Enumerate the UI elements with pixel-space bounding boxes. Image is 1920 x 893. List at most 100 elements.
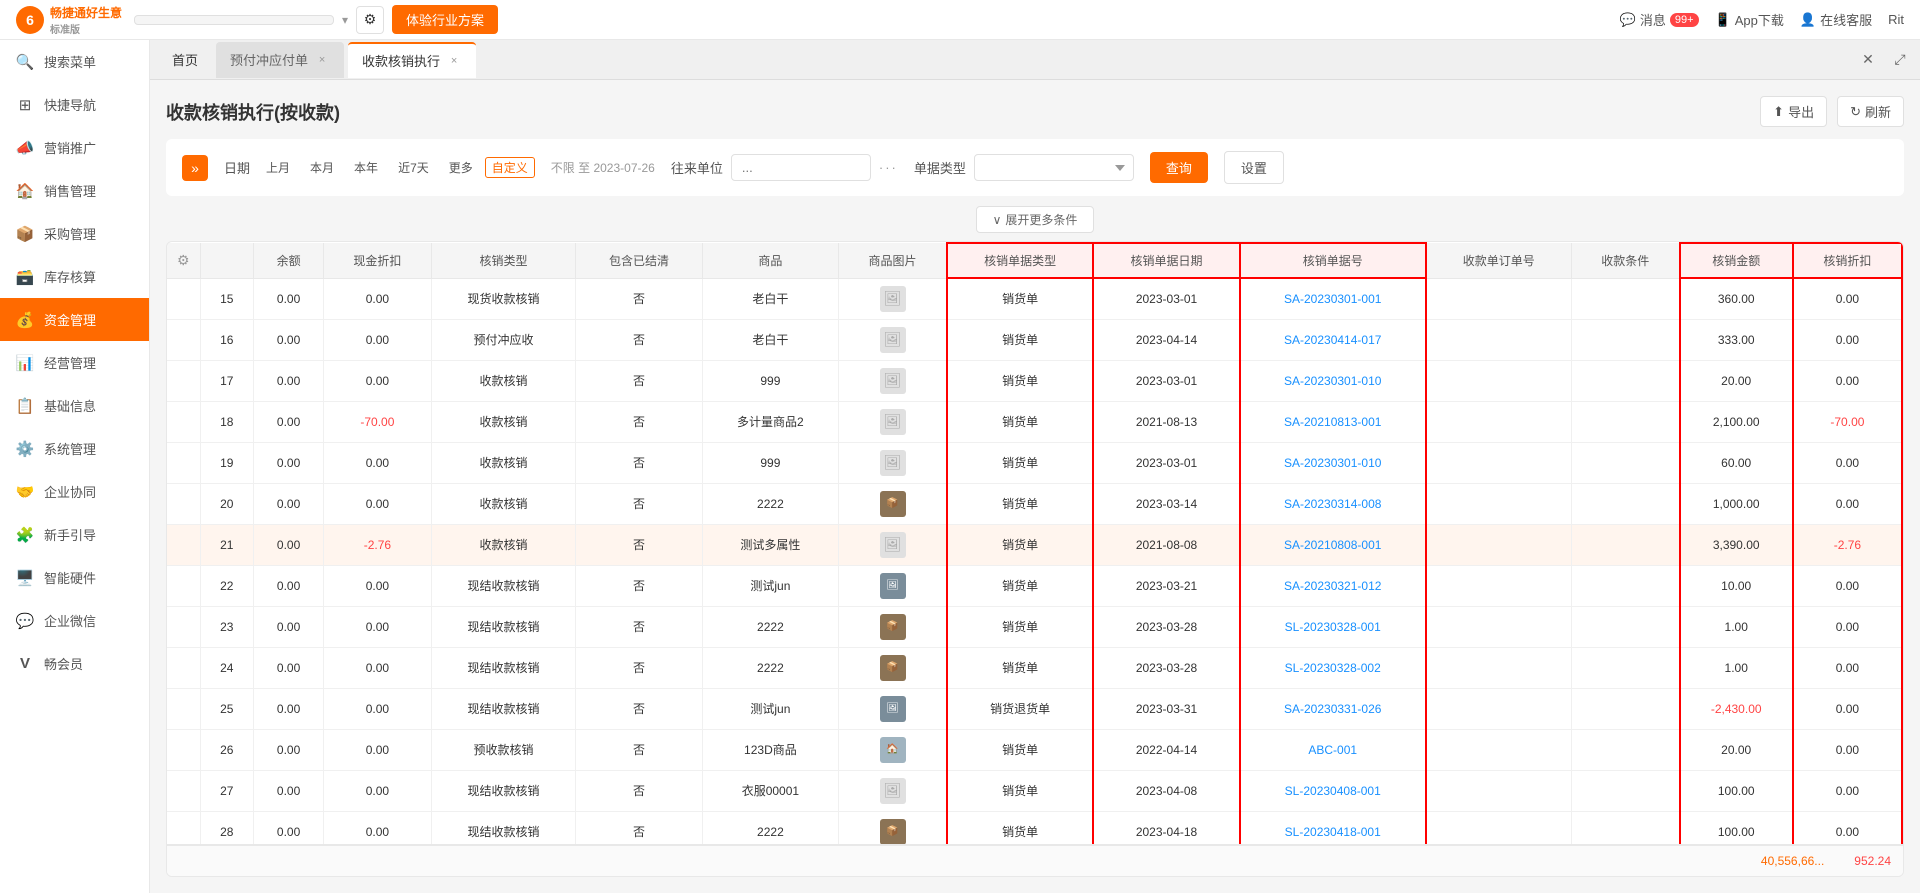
sidebar-item-enterprise[interactable]: 🤝 企业协同 — [0, 470, 149, 513]
bill-no-link[interactable]: SA-20230301-010 — [1284, 374, 1381, 388]
cell-bill-no[interactable]: SL-20230418-001 — [1240, 811, 1426, 844]
tab-close-all-btn[interactable]: ✕ — [1856, 48, 1880, 72]
messages-btn[interactable]: 💬 消息 99+ — [1620, 10, 1699, 29]
filter-settings-btn[interactable]: 设置 — [1224, 151, 1284, 184]
cell-bill-date: 2023-03-21 — [1093, 565, 1239, 606]
cell-receipt-order — [1426, 606, 1572, 647]
expand-chevron: ∨ — [993, 213, 1002, 227]
query-btn[interactable]: 查询 — [1150, 152, 1208, 183]
top-bar-right: 💬 消息 99+ 📱 App下载 👤 在线客服 Rit — [1620, 10, 1904, 29]
bill-no-link[interactable]: SA-20230301-001 — [1284, 292, 1381, 306]
top-search-box[interactable] — [134, 15, 334, 25]
cell-goods: 999 — [702, 360, 839, 401]
table-row: 16 0.00 0.00 预付冲应收 否 老白干 🖼 销货单 2023-04-1… — [167, 319, 1902, 360]
cell-write-off-amount: -2,430.00 — [1680, 688, 1793, 729]
cell-bill-no[interactable]: SA-20230321-012 — [1240, 565, 1426, 606]
table-scroll[interactable]: ⚙ 余额 现金折扣 核销类型 包含已结清 商品 商品图片 核销单据类型 核销单据… — [167, 242, 1903, 844]
cell-bill-type: 销货单 — [947, 442, 1093, 483]
bill-no-link[interactable]: SA-20210813-001 — [1284, 415, 1381, 429]
sidebar-item-business[interactable]: 📊 经营管理 — [0, 341, 149, 384]
cell-bill-no[interactable]: SA-20210813-001 — [1240, 401, 1426, 442]
sidebar-item-inventory[interactable]: 🗃️ 库存核算 — [0, 255, 149, 298]
cell-bill-no[interactable]: SL-20230328-001 — [1240, 606, 1426, 647]
bill-no-link[interactable]: SA-20230414-017 — [1284, 333, 1381, 347]
sidebar-item-member[interactable]: V 畅会员 — [0, 642, 149, 685]
expand-more-btn[interactable]: ∨ 展开更多条件 — [976, 206, 1095, 233]
tab-advance[interactable]: 预付冲应付单 × — [216, 42, 344, 78]
hardware-icon: 🖥️ — [16, 569, 34, 587]
cell-bill-no[interactable]: SA-20230301-010 — [1240, 360, 1426, 401]
bill-no-link[interactable]: SA-20230314-008 — [1284, 497, 1381, 511]
date-this-year[interactable]: 本年 — [346, 157, 386, 178]
cell-goods: 2222 — [702, 606, 839, 647]
export-btn[interactable]: ⬆ 导出 — [1760, 96, 1827, 127]
sidebar-item-shortcut[interactable]: ⊞ 快捷导航 — [0, 83, 149, 126]
sidebar-item-finance[interactable]: 💰 资金管理 — [0, 298, 149, 341]
tab-receivable-close[interactable]: × — [446, 53, 462, 69]
settings-icon[interactable]: ⚙ — [356, 6, 384, 34]
bill-no-link[interactable]: SL-20230408-001 — [1285, 784, 1381, 798]
refresh-btn[interactable]: ↻ 刷新 — [1837, 96, 1904, 127]
bill-no-link[interactable]: SL-20230418-001 — [1285, 825, 1381, 839]
sidebar-item-marketing[interactable]: 📣 营销推广 — [0, 126, 149, 169]
sidebar-item-system[interactable]: ⚙️ 系统管理 — [0, 427, 149, 470]
type-select[interactable] — [974, 154, 1134, 181]
inventory-icon: 🗃️ — [16, 268, 34, 286]
tab-advance-close[interactable]: × — [314, 52, 330, 68]
cell-write-off-discount: 0.00 — [1793, 770, 1902, 811]
sidebar-item-newbie[interactable]: 🧩 新手引导 — [0, 513, 149, 556]
tab-expand-btn[interactable]: ⤢ — [1888, 48, 1912, 72]
industry-btn[interactable]: 体验行业方案 — [392, 5, 498, 34]
user-name[interactable]: Rit — [1888, 12, 1904, 27]
sidebar-item-basic[interactable]: 📋 基础信息 — [0, 384, 149, 427]
tab-home[interactable]: 首页 — [158, 42, 212, 78]
table-footer: 40,556,66... 952.24 — [167, 844, 1903, 876]
partner-input[interactable] — [731, 154, 871, 181]
sidebar-item-sales[interactable]: 🏠 销售管理 — [0, 169, 149, 212]
finance-icon: 💰 — [16, 311, 34, 329]
cell-balance: 0.00 — [254, 483, 324, 524]
sidebar-item-search[interactable]: 🔍 搜索菜单 — [0, 40, 149, 83]
cell-receipt-order — [1426, 360, 1572, 401]
cell-bill-date: 2023-03-28 — [1093, 606, 1239, 647]
sidebar-item-purchase[interactable]: 📦 采购管理 — [0, 212, 149, 255]
cell-bill-no[interactable]: SA-20210808-001 — [1240, 524, 1426, 565]
app-download-label: App下载 — [1735, 10, 1784, 29]
cell-cash-discount: 0.00 — [324, 647, 431, 688]
date-last-month[interactable]: 上月 — [258, 157, 298, 178]
tab-receivable[interactable]: 收款核销执行 × — [348, 42, 476, 78]
col-header-included-settled: 包含已结清 — [576, 243, 702, 278]
sidebar-item-hardware[interactable]: 🖥️ 智能硬件 — [0, 556, 149, 599]
dropdown-arrow[interactable]: ▾ — [342, 13, 348, 27]
cell-bill-no[interactable]: SA-20230331-026 — [1240, 688, 1426, 729]
cell-rownum: 19 — [200, 442, 254, 483]
cell-bill-no[interactable]: SA-20230314-008 — [1240, 483, 1426, 524]
bill-no-link[interactable]: SA-20210808-001 — [1284, 538, 1381, 552]
search-icon: 🔍 — [16, 53, 34, 71]
date-this-month[interactable]: 本月 — [302, 157, 342, 178]
bill-no-link[interactable]: SA-20230301-010 — [1284, 456, 1381, 470]
cell-settings — [167, 319, 200, 360]
sidebar-item-wechat[interactable]: 💬 企业微信 — [0, 599, 149, 642]
cell-receipt-order — [1426, 483, 1572, 524]
date-custom[interactable]: 自定义 — [485, 157, 535, 178]
bill-no-link[interactable]: SL-20230328-002 — [1285, 661, 1381, 675]
cell-bill-no[interactable]: SA-20230414-017 — [1240, 319, 1426, 360]
bill-no-link[interactable]: SA-20230331-026 — [1284, 702, 1381, 716]
date-more[interactable]: 更多 — [441, 157, 481, 178]
cell-bill-no[interactable]: SA-20230301-001 — [1240, 278, 1426, 319]
bill-no-link[interactable]: ABC-001 — [1308, 743, 1357, 757]
online-service-btn[interactable]: 👤 在线客服 — [1800, 10, 1872, 29]
cell-write-off-amount: 60.00 — [1680, 442, 1793, 483]
cell-bill-no[interactable]: SA-20230301-010 — [1240, 442, 1426, 483]
filter-toggle-btn[interactable]: » — [182, 155, 208, 181]
col-settings-icon[interactable]: ⚙ — [177, 252, 190, 268]
bill-no-link[interactable]: SA-20230321-012 — [1284, 579, 1381, 593]
cell-bill-date: 2021-08-08 — [1093, 524, 1239, 565]
cell-bill-no[interactable]: ABC-001 — [1240, 729, 1426, 770]
bill-no-link[interactable]: SL-20230328-001 — [1285, 620, 1381, 634]
cell-bill-no[interactable]: SL-20230408-001 — [1240, 770, 1426, 811]
cell-bill-no[interactable]: SL-20230328-002 — [1240, 647, 1426, 688]
date-7days[interactable]: 近7天 — [390, 157, 437, 178]
app-download-btn[interactable]: 📱 App下载 — [1715, 10, 1784, 29]
